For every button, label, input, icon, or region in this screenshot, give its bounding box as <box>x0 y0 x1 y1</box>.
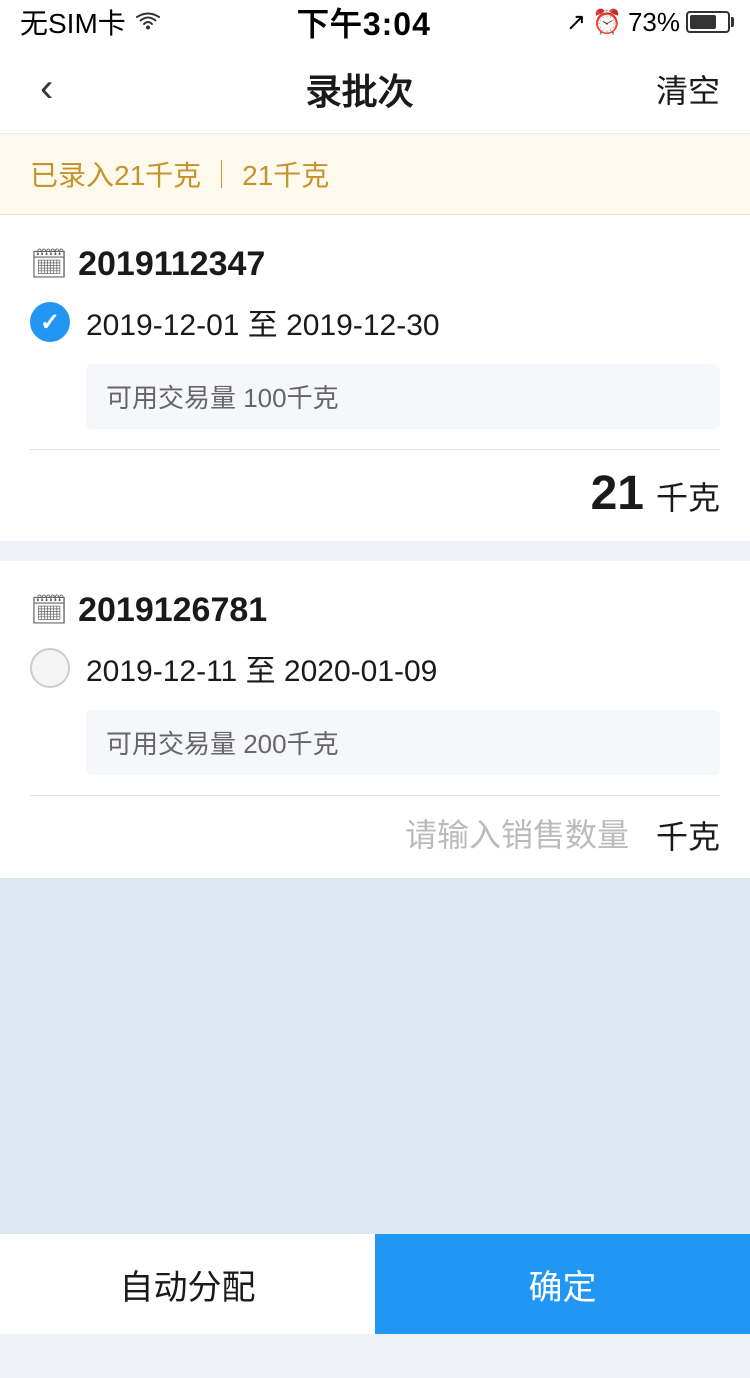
batch-1-amount-row: 21 千克 <box>0 450 750 541</box>
batch-1-available-text: 可用交易量 100千克 <box>106 383 339 413</box>
batch-1-id: 2019112347 <box>78 245 265 284</box>
batch-id-icon-2: 🗓 <box>30 593 68 628</box>
batch-2-header: 🗓 2019126781 <box>30 591 720 630</box>
section-gap-1 <box>0 541 750 561</box>
auto-distribute-button[interactable]: 自动分配 <box>0 1234 375 1334</box>
batch-item-1: 🗓 2019112347 2019-12-01 至 2019-12-30 可用交… <box>0 215 750 429</box>
batch-card-2: 🗓 2019126781 2019-12-11 至 2020-01-09 可用交… <box>0 561 750 878</box>
nav-bar: ‹ 录批次 清空 <box>0 44 750 134</box>
batch-1-quantity: 21 <box>591 466 644 521</box>
status-carrier: 无SIM卡 <box>20 2 162 42</box>
bottom-bar: 自动分配 确定 <box>0 1234 750 1334</box>
batch-2-date-row[interactable]: 2019-12-11 至 2020-01-09 <box>30 646 720 690</box>
batch-item-2: 🗓 2019126781 2019-12-11 至 2020-01-09 可用交… <box>0 561 750 775</box>
page-title: 录批次 <box>306 63 414 115</box>
batch-2-id: 2019126781 <box>78 591 267 630</box>
batch-2-available: 可用交易量 200千克 <box>86 710 720 775</box>
empty-area <box>0 878 750 1278</box>
summary-divider <box>221 160 222 188</box>
status-time: 下午3:04 <box>297 0 431 45</box>
summary-banner: 已录入21千克 21千克 <box>0 134 750 215</box>
recorded-label: 已录入21千克 <box>30 154 201 194</box>
main-content: 已录入21千克 21千克 🗓 2019112347 2019-12-01 至 2… <box>0 134 750 1378</box>
batch-2-unit: 千克 <box>656 812 720 858</box>
batch-1-available: 可用交易量 100千克 <box>86 364 720 429</box>
batch-1-radio[interactable] <box>30 302 70 342</box>
batch-1-unit: 千克 <box>656 473 720 519</box>
alarm-icon: ⏰ <box>592 8 622 37</box>
batch-2-available-text: 可用交易量 200千克 <box>106 729 339 759</box>
status-bar: 无SIM卡 下午3:04 ↗ ⏰ 73% <box>0 0 750 44</box>
location-icon: ↗ <box>566 8 586 37</box>
battery-percent: 73% <box>628 7 680 38</box>
confirm-button[interactable]: 确定 <box>375 1234 750 1334</box>
wifi-icon <box>134 6 162 38</box>
total-label: 21千克 <box>242 154 329 194</box>
back-button[interactable]: ‹ <box>30 56 63 121</box>
batch-card-1: 🗓 2019112347 2019-12-01 至 2019-12-30 可用交… <box>0 215 750 541</box>
batch-1-header: 🗓 2019112347 <box>30 245 720 284</box>
battery-icon <box>686 11 730 33</box>
batch-1-date-row[interactable]: 2019-12-01 至 2019-12-30 <box>30 300 720 344</box>
batch-2-input-row: 千克 <box>0 796 750 878</box>
status-right-icons: ↗ ⏰ 73% <box>566 7 730 38</box>
batch-id-icon-1: 🗓 <box>30 247 68 282</box>
clear-button[interactable]: 清空 <box>656 66 720 112</box>
batch-2-radio[interactable] <box>30 648 70 688</box>
carrier-text: 无SIM卡 <box>20 2 126 42</box>
batch-2-quantity-input[interactable] <box>30 817 644 854</box>
batch-2-date: 2019-12-11 至 2020-01-09 <box>86 646 437 690</box>
batch-1-date: 2019-12-01 至 2019-12-30 <box>86 300 440 344</box>
